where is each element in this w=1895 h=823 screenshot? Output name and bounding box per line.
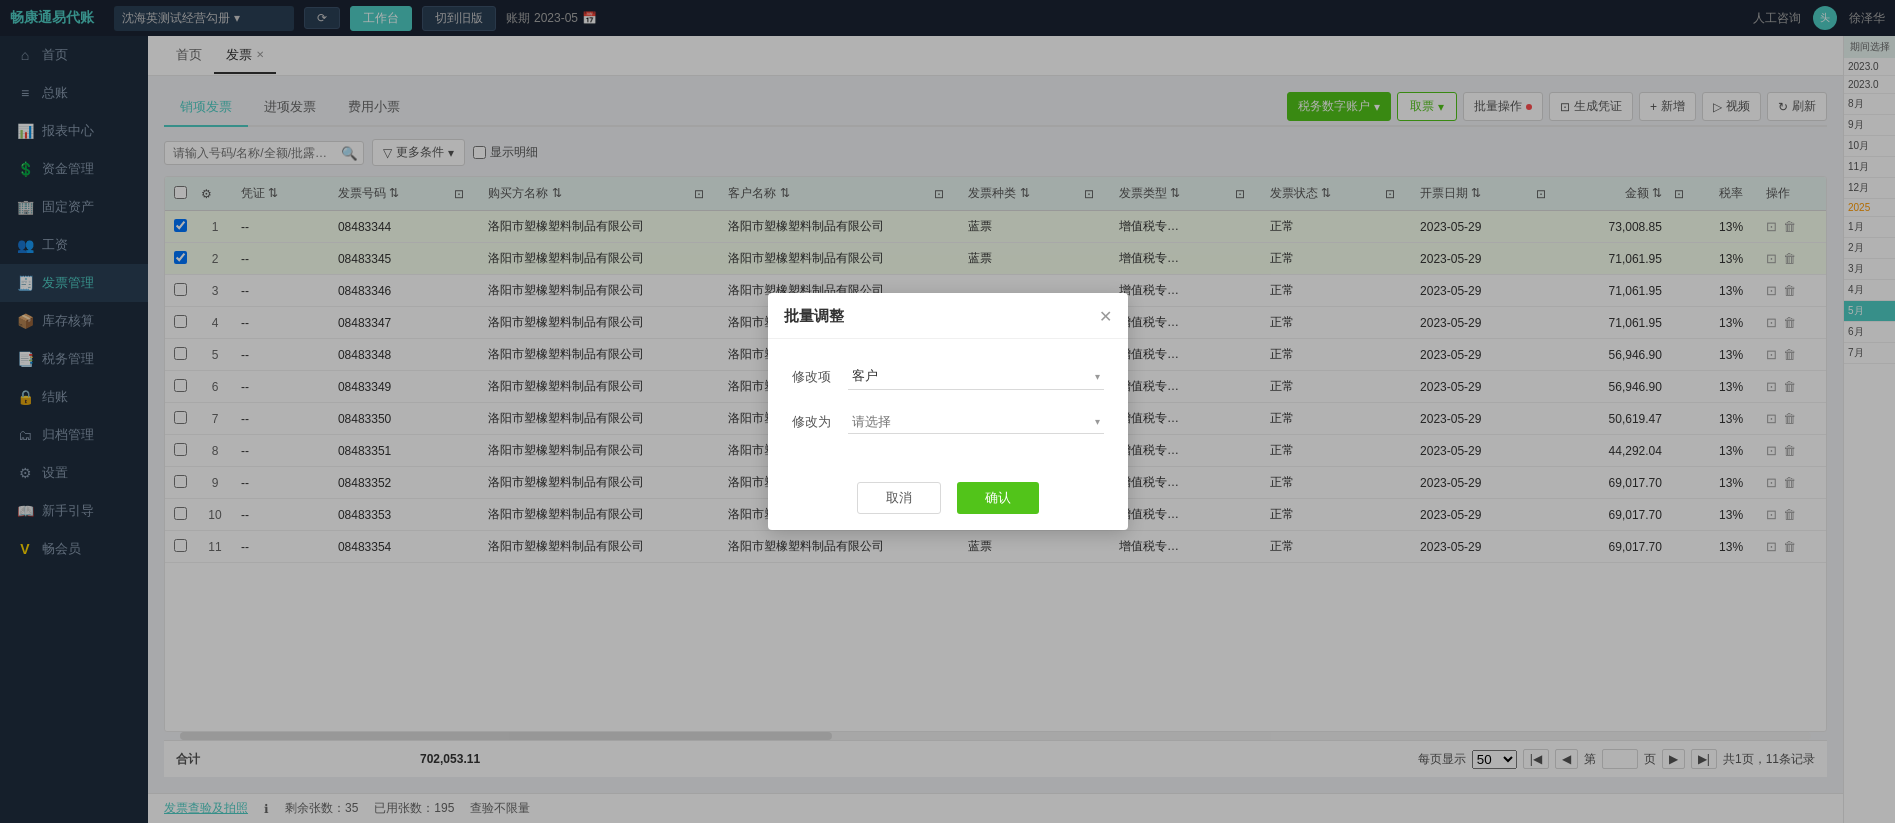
modal-header: 批量调整 ✕ [768, 293, 1128, 339]
modify-to-input[interactable] [848, 410, 1104, 433]
modal-overlay: 批量调整 ✕ 修改项 客户 ▾ 修改为 ▾ 取消 确认 [0, 0, 1895, 823]
modify-to-label: 修改为 [792, 413, 848, 431]
batch-adjust-modal: 批量调整 ✕ 修改项 客户 ▾ 修改为 ▾ 取消 确认 [768, 293, 1128, 530]
confirm-btn[interactable]: 确认 [957, 482, 1039, 514]
modify-field-label: 修改项 [792, 368, 848, 386]
chevron-down-icon: ▾ [1095, 371, 1100, 382]
modify-to-select[interactable]: ▾ [848, 410, 1104, 434]
modal-close-btn[interactable]: ✕ [1099, 307, 1112, 326]
modal-body: 修改项 客户 ▾ 修改为 ▾ [768, 339, 1128, 470]
modify-field-select[interactable]: 客户 ▾ [848, 363, 1104, 390]
chevron-down-icon: ▾ [1095, 416, 1100, 427]
modify-to-row: 修改为 ▾ [792, 410, 1104, 434]
modify-field-value: 客户 [848, 363, 882, 389]
modal-footer: 取消 确认 [768, 470, 1128, 530]
modal-title: 批量调整 [784, 307, 844, 326]
cancel-btn[interactable]: 取消 [857, 482, 941, 514]
modify-field-row: 修改项 客户 ▾ [792, 363, 1104, 390]
